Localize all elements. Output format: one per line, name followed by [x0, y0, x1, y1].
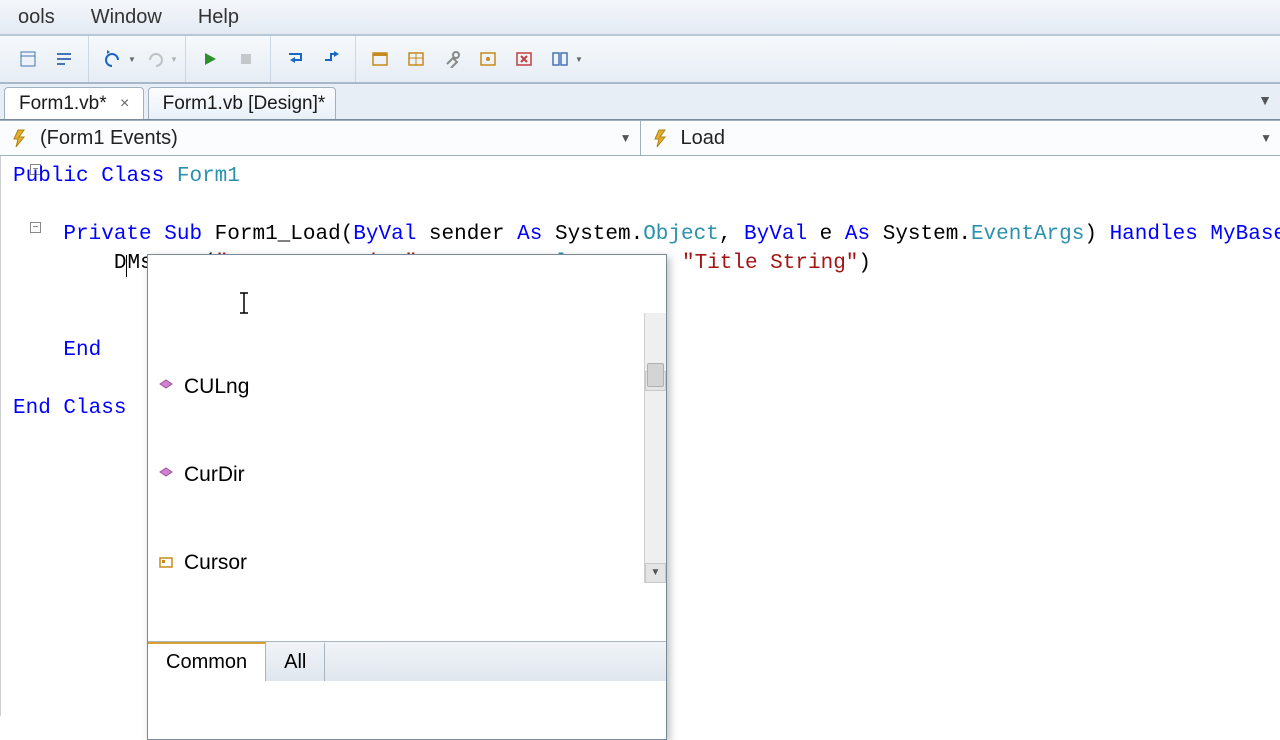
- play-icon[interactable]: [195, 44, 225, 74]
- intellisense-label: Cursor: [184, 548, 247, 577]
- redo-icon[interactable]: [140, 44, 170, 74]
- toolbar: ▼ ▼: [0, 36, 1280, 84]
- tools-icon[interactable]: [437, 44, 467, 74]
- scroll-down-icon[interactable]: ▼: [645, 563, 666, 583]
- comment-icon[interactable]: [49, 44, 79, 74]
- intellisense-label: CurDir: [184, 460, 245, 489]
- intellisense-item[interactable]: CULng: [148, 371, 666, 401]
- tab-label: Form1.vb*: [19, 93, 107, 115]
- lightning-icon: [651, 128, 671, 148]
- tab-form1-design[interactable]: Form1.vb [Design]*: [148, 87, 337, 119]
- member-selector[interactable]: Load ▼: [641, 121, 1280, 155]
- intellisense-tab-all[interactable]: All: [266, 642, 325, 681]
- menu-window[interactable]: Window: [73, 0, 180, 34]
- method-icon: [154, 466, 178, 482]
- member-selector-label: Load: [681, 127, 726, 150]
- redo-dropdown-icon[interactable]: ▼: [169, 55, 179, 64]
- menu-tools[interactable]: ools: [0, 0, 73, 34]
- chevron-down-icon: ▼: [1260, 131, 1272, 145]
- menu-bar: ools Window Help: [0, 0, 1280, 36]
- code-navigation-bar: (Form1 Events) ▼ Load ▼: [0, 120, 1280, 156]
- intellisense-item[interactable]: Cursor: [148, 547, 666, 577]
- method-icon: [154, 378, 178, 394]
- text-caret: [126, 255, 127, 277]
- chevron-down-icon: ▼: [620, 131, 632, 145]
- toolbar-overflow-dropdown-icon[interactable]: ▼: [574, 55, 584, 64]
- text-cursor-icon: [237, 291, 251, 315]
- intellisense-list: CULng CurDir Cursor CUShort Data: [148, 313, 666, 583]
- code-editor[interactable]: Public Class Form1 Private Sub Form1_Loa…: [1, 156, 1280, 716]
- document-tabs: Form1.vb* × Form1.vb [Design]* ▼: [0, 84, 1280, 120]
- intellisense-tab-common[interactable]: Common: [148, 642, 266, 681]
- step-into-icon[interactable]: [280, 44, 310, 74]
- lightning-icon: [10, 128, 30, 148]
- settings-icon[interactable]: [473, 44, 503, 74]
- scroll-thumb[interactable]: [647, 363, 664, 387]
- intellisense-filter-tabs: Common All: [148, 641, 666, 681]
- menu-help[interactable]: Help: [180, 0, 257, 34]
- class-selector[interactable]: (Form1 Events) ▼: [0, 121, 641, 155]
- step-over-icon[interactable]: [316, 44, 346, 74]
- property-icon: [154, 554, 178, 570]
- close-panel-icon[interactable]: [509, 44, 539, 74]
- undo-icon[interactable]: [98, 44, 128, 74]
- intellisense-item[interactable]: CurDir: [148, 459, 666, 489]
- code-editor-area: − − Public Class Form1 Private Sub Form1…: [0, 156, 1280, 716]
- intellisense-scrollbar[interactable]: ▲ ▼: [644, 313, 666, 583]
- class-selector-label: (Form1 Events): [40, 127, 178, 150]
- stop-icon[interactable]: [231, 44, 261, 74]
- undo-dropdown-icon[interactable]: ▼: [127, 55, 137, 64]
- close-icon[interactable]: ×: [117, 95, 133, 113]
- tab-form1-code[interactable]: Form1.vb* ×: [4, 87, 144, 119]
- layout-icon[interactable]: [545, 44, 575, 74]
- intellisense-popup: CULng CurDir Cursor CUShort Data: [147, 254, 667, 740]
- properties-icon[interactable]: [401, 44, 431, 74]
- drop-icon[interactable]: [13, 44, 43, 74]
- tab-label: Form1.vb [Design]*: [163, 93, 326, 115]
- window-icon[interactable]: [365, 44, 395, 74]
- tabs-dropdown-icon[interactable]: ▼: [1258, 92, 1272, 108]
- intellisense-label: CULng: [184, 372, 249, 401]
